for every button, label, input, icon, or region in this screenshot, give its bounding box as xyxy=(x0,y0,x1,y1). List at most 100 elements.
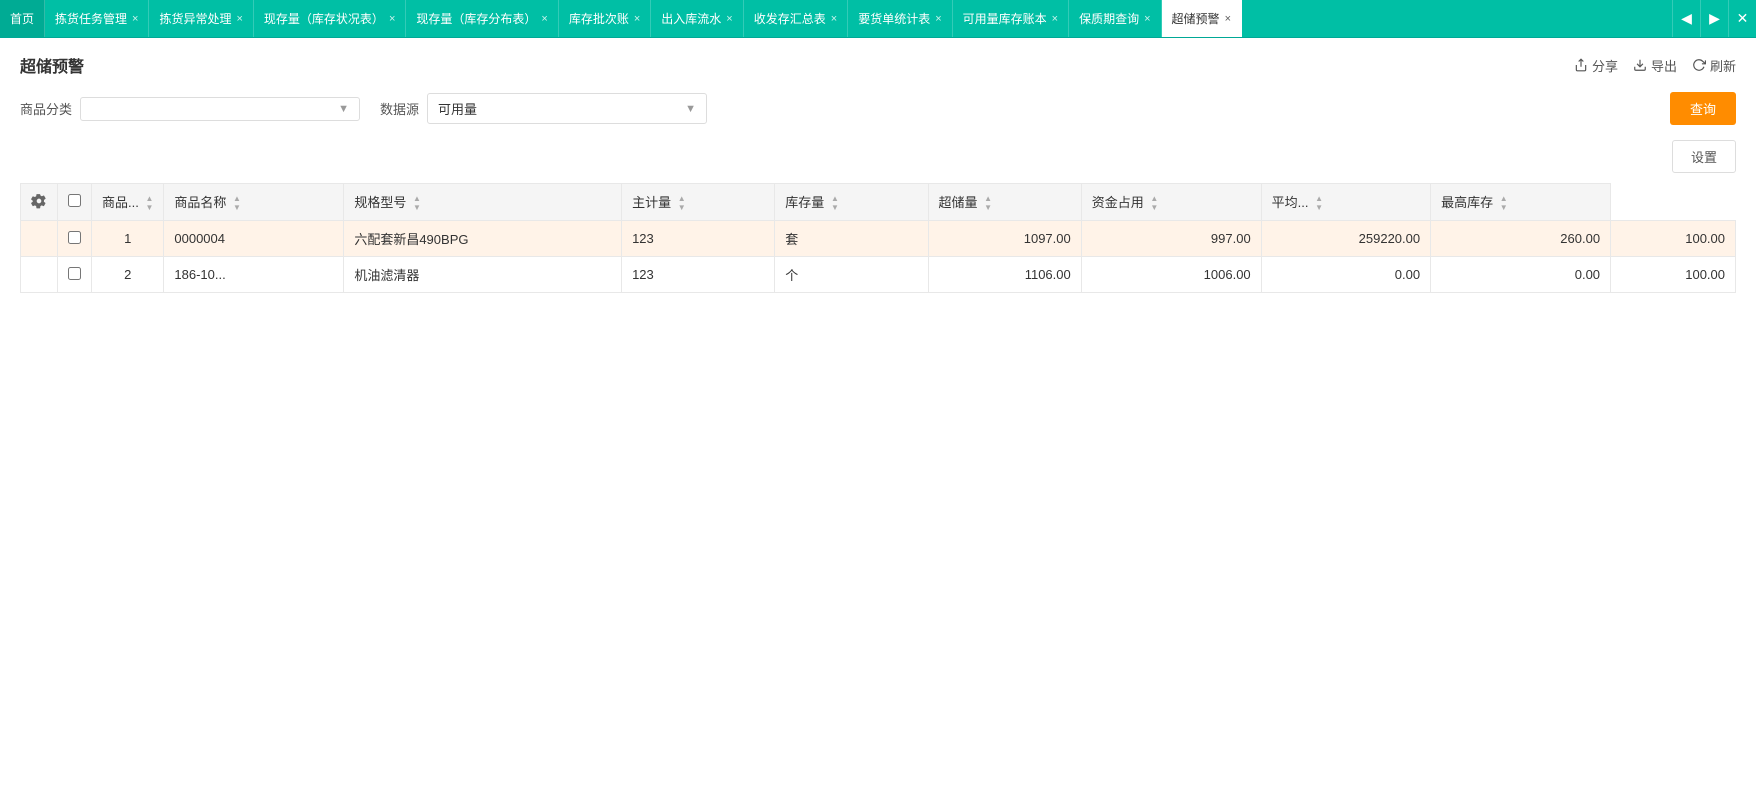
nav-item-collect[interactable]: 收发存汇总表 × xyxy=(744,0,848,37)
row-settings-1 xyxy=(21,257,58,293)
table-row: 2 186-10... 机油滤清器 123 个 1106.00 1006.00 … xyxy=(21,257,1736,293)
row-max-1: 100.00 xyxy=(1611,257,1736,293)
nav-arrow-right[interactable]: ▶ xyxy=(1700,0,1728,37)
share-icon xyxy=(1574,58,1588,72)
filter-category: 商品分类 ▼ xyxy=(20,97,360,121)
row-checkbox-cell-0 xyxy=(58,221,92,257)
row-max-0: 100.00 xyxy=(1611,221,1736,257)
header-stock[interactable]: 库存量 ▲▼ xyxy=(775,184,928,221)
close-icon-collect[interactable]: × xyxy=(831,13,837,25)
close-icon-order-stat[interactable]: × xyxy=(935,13,941,25)
sort-icons-capital[interactable]: ▲▼ xyxy=(1150,195,1158,212)
nav-arrow-close[interactable]: ✕ xyxy=(1728,0,1756,37)
header-spec[interactable]: 规格型号 ▲▼ xyxy=(344,184,622,221)
nav-item-home[interactable]: 首页 xyxy=(0,0,45,37)
row-checkbox-0[interactable] xyxy=(68,231,81,244)
nav-item-order-stat[interactable]: 要货单统计表 × xyxy=(848,0,952,37)
nav-label-batch: 库存批次账 xyxy=(569,10,629,27)
sort-icons-max[interactable]: ▲▼ xyxy=(1500,195,1508,212)
row-avg-1: 0.00 xyxy=(1431,257,1611,293)
close-icon-stock-dist[interactable]: × xyxy=(541,13,547,25)
header-max[interactable]: 最高库存 ▲▼ xyxy=(1431,184,1611,221)
nav-label-abnormal: 拣货异常处理 xyxy=(159,10,231,27)
settings-button[interactable]: 设置 xyxy=(1672,140,1736,173)
row-code-0: 0000004 xyxy=(164,221,344,257)
sort-icons-stock[interactable]: ▲▼ xyxy=(831,195,839,212)
category-select[interactable]: ▼ xyxy=(80,97,360,121)
close-icon-overstock[interactable]: × xyxy=(1225,13,1231,25)
nav-label-order-stat: 要货单统计表 xyxy=(858,10,930,27)
row-unit-1: 个 xyxy=(775,257,928,293)
filter-datasource: 数据源 可用量 ▼ xyxy=(380,93,707,124)
header-settings xyxy=(21,184,58,221)
page-header: 超储预警 分享 导出 刷新 xyxy=(20,53,1736,77)
close-icon-batch[interactable]: × xyxy=(634,13,640,25)
header-avg[interactable]: 平均... ▲▼ xyxy=(1261,184,1430,221)
header-overstock[interactable]: 超储量 ▲▼ xyxy=(928,184,1081,221)
query-button[interactable]: 查询 xyxy=(1670,92,1736,125)
sort-icons-spec[interactable]: ▲▼ xyxy=(413,195,421,212)
sort-icons-unit[interactable]: ▲▼ xyxy=(678,195,686,212)
close-icon-inout[interactable]: × xyxy=(726,13,732,25)
nav-item-task[interactable]: 拣货任务管理 × xyxy=(45,0,149,37)
close-icon-stock-status[interactable]: × xyxy=(389,13,395,25)
select-all-checkbox[interactable] xyxy=(68,194,81,207)
chevron-down-icon: ▼ xyxy=(338,103,349,115)
header-name[interactable]: 商品名称 ▲▼ xyxy=(164,184,344,221)
nav-item-expiry[interactable]: 保质期查询 × xyxy=(1069,0,1161,37)
export-button[interactable]: 导出 xyxy=(1633,56,1677,75)
nav-arrows: ◀ ▶ ✕ xyxy=(1672,0,1756,37)
header-stock-label: 库存量 xyxy=(785,195,824,210)
nav-item-available[interactable]: 可用量库存账本 × xyxy=(953,0,1069,37)
table-row: 1 0000004 六配套新昌490BPG 123 套 1097.00 997.… xyxy=(21,221,1736,257)
row-capital-0: 259220.00 xyxy=(1261,221,1430,257)
gear-icon[interactable] xyxy=(31,193,47,209)
nav-item-stock-status[interactable]: 现存量（库存状况表） × xyxy=(254,0,406,37)
category-label: 商品分类 xyxy=(20,99,72,118)
nav-item-overstock[interactable]: 超储预警 × xyxy=(1162,0,1242,37)
share-button[interactable]: 分享 xyxy=(1574,56,1618,75)
nav-item-stock-dist[interactable]: 现存量（库存分布表） × xyxy=(406,0,558,37)
sort-icons-code[interactable]: ▲▼ xyxy=(145,195,153,212)
row-code-1: 186-10... xyxy=(164,257,344,293)
datasource-chevron-icon: ▼ xyxy=(685,103,696,115)
page-actions: 分享 导出 刷新 xyxy=(1574,56,1736,75)
row-settings-0 xyxy=(21,221,58,257)
nav-label-inout: 出入库流水 xyxy=(661,10,721,27)
header-capital-label: 资金占用 xyxy=(1092,195,1144,210)
datasource-select[interactable]: 可用量 ▼ xyxy=(427,93,707,124)
header-name-label: 商品名称 xyxy=(174,195,226,210)
row-spec-1: 123 xyxy=(622,257,775,293)
sort-icons-avg[interactable]: ▲▼ xyxy=(1315,195,1323,212)
refresh-button[interactable]: 刷新 xyxy=(1692,56,1736,75)
nav-arrow-left[interactable]: ◀ xyxy=(1672,0,1700,37)
filter-row: 商品分类 ▼ 数据源 可用量 ▼ 查询 xyxy=(20,92,1736,125)
row-unit-0: 套 xyxy=(775,221,928,257)
row-stock-1: 1106.00 xyxy=(928,257,1081,293)
close-icon-expiry[interactable]: × xyxy=(1144,13,1150,25)
row-capital-1: 0.00 xyxy=(1261,257,1430,293)
row-name-0: 六配套新昌490BPG xyxy=(344,221,622,257)
header-capital[interactable]: 资金占用 ▲▼ xyxy=(1081,184,1261,221)
row-spec-0: 123 xyxy=(622,221,775,257)
close-icon-abnormal[interactable]: × xyxy=(236,13,242,25)
nav-item-batch[interactable]: 库存批次账 × xyxy=(559,0,651,37)
row-checkbox-cell-1 xyxy=(58,257,92,293)
row-num-0: 1 xyxy=(92,221,164,257)
page-content: 超储预警 分享 导出 刷新 xyxy=(0,38,1756,308)
nav-item-abnormal[interactable]: 拣货异常处理 × xyxy=(149,0,253,37)
nav-label-overstock: 超储预警 xyxy=(1172,10,1220,27)
header-unit[interactable]: 主计量 ▲▼ xyxy=(622,184,775,221)
sort-icons-name[interactable]: ▲▼ xyxy=(233,195,241,212)
nav-label-available: 可用量库存账本 xyxy=(963,10,1047,27)
share-label: 分享 xyxy=(1592,56,1618,75)
close-icon-available[interactable]: × xyxy=(1052,13,1058,25)
filter-actions: 查询 xyxy=(1670,92,1736,125)
sort-icons-overstock[interactable]: ▲▼ xyxy=(984,195,992,212)
row-checkbox-1[interactable] xyxy=(68,267,81,280)
top-navigation: 首页 拣货任务管理 × 拣货异常处理 × 现存量（库存状况表） × 现存量（库存… xyxy=(0,0,1756,38)
header-code[interactable]: 商品... ▲▼ xyxy=(92,184,164,221)
nav-item-inout[interactable]: 出入库流水 × xyxy=(651,0,743,37)
nav-label-collect: 收发存汇总表 xyxy=(754,10,826,27)
close-icon-task[interactable]: × xyxy=(132,13,138,25)
